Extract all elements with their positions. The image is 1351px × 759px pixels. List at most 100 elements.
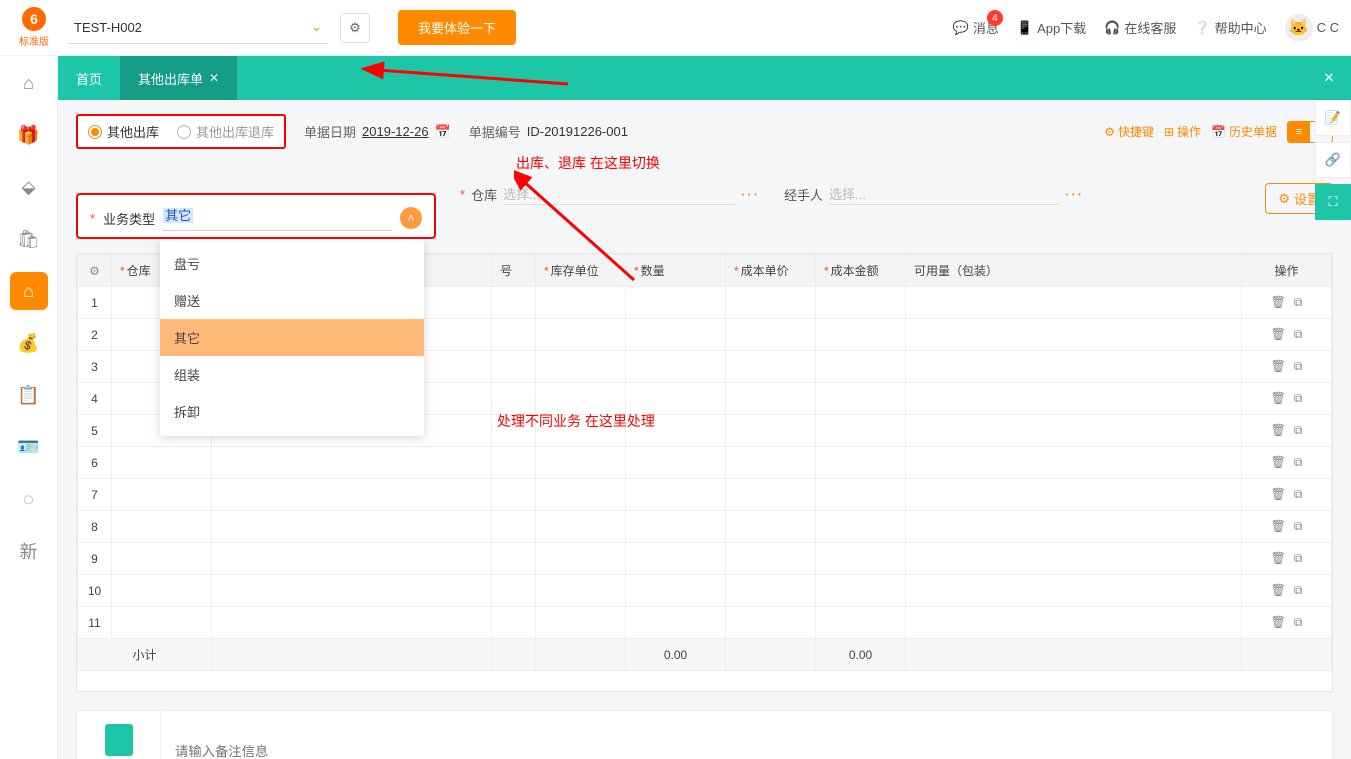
- logo-mark: 6: [22, 7, 46, 31]
- table-row[interactable]: 10🗑⧉: [78, 575, 1332, 607]
- gear-icon: ⚙: [89, 264, 100, 278]
- nav-gift-icon[interactable]: 🎁: [10, 116, 48, 154]
- copy-row-icon[interactable]: ⧉: [1294, 615, 1303, 630]
- chevron-up-icon[interactable]: ˄: [400, 207, 422, 229]
- tab-label: 其他出库单: [138, 69, 203, 88]
- copy-row-icon[interactable]: ⧉: [1294, 423, 1303, 438]
- user-menu[interactable]: 🐱 C C: [1285, 14, 1339, 42]
- doc-date-value[interactable]: 2019-12-26: [362, 124, 429, 139]
- customer-service-label: 在线客服: [1124, 18, 1176, 37]
- table-row[interactable]: 8🗑⧉: [78, 511, 1332, 543]
- tabs-close-all-button[interactable]: ✕: [1307, 56, 1351, 100]
- ops-link[interactable]: ⊞操作: [1164, 123, 1201, 140]
- remark-input[interactable]: [161, 711, 1332, 759]
- shortcut-link[interactable]: ⚙快捷键: [1104, 123, 1154, 140]
- delete-row-icon[interactable]: 🗑: [1271, 391, 1286, 406]
- handler-select[interactable]: 经手人 选择... ···: [784, 183, 1084, 205]
- warehouse-value: 选择...: [503, 183, 735, 205]
- copy-row-icon[interactable]: ⧉: [1294, 583, 1303, 598]
- customer-service-link[interactable]: 🎧 在线客服: [1104, 18, 1176, 37]
- more-icon[interactable]: ···: [1065, 187, 1084, 202]
- delete-row-icon[interactable]: 🗑: [1271, 583, 1286, 598]
- copy-row-icon[interactable]: ⧉: [1294, 359, 1303, 374]
- row-index: 7: [78, 479, 112, 511]
- column-ops: 操作: [1242, 255, 1332, 287]
- rail-expand-icon[interactable]: ⛶: [1315, 184, 1351, 220]
- nav-sync-icon[interactable]: ◌: [10, 480, 48, 518]
- delete-row-icon[interactable]: 🗑: [1271, 327, 1286, 342]
- nav-new-icon[interactable]: 新: [10, 532, 48, 570]
- delete-row-icon[interactable]: 🗑: [1271, 295, 1286, 310]
- nav-id-icon[interactable]: 🪪: [10, 428, 48, 466]
- column-num: 号: [492, 255, 536, 287]
- copy-row-icon[interactable]: ⧉: [1294, 519, 1303, 534]
- delete-row-icon[interactable]: 🗑: [1271, 551, 1286, 566]
- business-type-input[interactable]: 其它: [163, 205, 392, 231]
- org-selector[interactable]: TEST-H002 ⌄: [68, 12, 328, 44]
- column-stock-unit: *库存单位: [536, 255, 626, 287]
- delete-row-icon[interactable]: 🗑: [1271, 615, 1286, 630]
- column-settings[interactable]: ⚙: [78, 255, 112, 287]
- view-list-button[interactable]: ≡: [1288, 122, 1310, 142]
- messages-link[interactable]: 💬 消息 4: [953, 18, 999, 37]
- tab-home[interactable]: 首页: [58, 56, 120, 100]
- doc-number: 单据编号 ID-20191226-001: [469, 122, 628, 141]
- rail-note-icon[interactable]: 📝: [1315, 100, 1351, 136]
- experience-button[interactable]: 我要体验一下: [398, 10, 516, 45]
- copy-row-icon[interactable]: ⧉: [1294, 487, 1303, 502]
- column-cost-price: *成本单价: [726, 255, 816, 287]
- dropdown-option-zengsong[interactable]: 赠送: [160, 282, 424, 319]
- delete-row-icon[interactable]: 🗑: [1271, 359, 1286, 374]
- app-download-link[interactable]: 📱 App下载: [1017, 18, 1086, 37]
- nav-clipboard-icon[interactable]: 📋: [10, 376, 48, 414]
- table-row[interactable]: 7 🗑 ⧉: [78, 479, 1332, 511]
- handler-label: 经手人: [784, 185, 823, 204]
- delete-row-icon[interactable]: 🗑: [1271, 423, 1286, 438]
- annotation-text-2: 处理不同业务 在这里处理: [497, 411, 797, 431]
- nav-home-icon[interactable]: ⌂: [10, 64, 48, 102]
- history-link[interactable]: 📅历史单据: [1211, 123, 1277, 140]
- calendar-icon[interactable]: 📅: [435, 124, 451, 140]
- gear-icon: ⚙: [1278, 191, 1290, 207]
- dropdown-option-pankui[interactable]: 盘亏: [160, 245, 424, 282]
- dropdown-option-zuzhuang[interactable]: 组装: [160, 356, 424, 393]
- business-type-label: 业务类型: [103, 209, 155, 228]
- tab-close-icon[interactable]: ✕: [209, 71, 219, 85]
- delete-row-icon[interactable]: 🗑: [1271, 455, 1286, 470]
- subtotal-label: 小计: [78, 639, 212, 671]
- warehouse-select[interactable]: * 仓库 选择... ···: [460, 183, 760, 205]
- table-row[interactable]: 6🗑⧉: [78, 447, 1332, 479]
- copy-row-icon[interactable]: ⧉: [1294, 391, 1303, 406]
- copy-row-icon[interactable]: ⧉: [1294, 551, 1303, 566]
- rail-link-icon[interactable]: 🔗: [1315, 142, 1351, 178]
- dropdown-option-qita[interactable]: 其它: [160, 319, 424, 356]
- delete-row-icon[interactable]: 🗑: [1271, 519, 1286, 534]
- radio-label: 其他出库: [107, 122, 159, 141]
- header-row: 其他出库 其他出库退库 单据日期 2019-12-26 📅 单据编号: [76, 114, 1333, 149]
- copy-row-icon[interactable]: ⧉: [1294, 327, 1303, 342]
- radio-other-outbound-return[interactable]: 其他出库退库: [177, 122, 274, 141]
- table-row[interactable]: 9🗑⧉: [78, 543, 1332, 575]
- nav-bag-icon[interactable]: 🛍: [10, 220, 48, 258]
- handler-value: 选择...: [829, 183, 1059, 205]
- gear-icon: ⚙: [349, 20, 361, 36]
- nav-tag-icon[interactable]: ⬙: [10, 168, 48, 206]
- settings-gear-button[interactable]: ⚙: [340, 13, 370, 43]
- more-icon[interactable]: ···: [741, 187, 760, 202]
- copy-row-icon[interactable]: ⧉: [1294, 455, 1303, 470]
- page-tabs: 首页 其他出库单 ✕ ✕: [58, 56, 1351, 100]
- delete-row-icon[interactable]: 🗑: [1271, 487, 1286, 502]
- copy-row-icon[interactable]: ⧉: [1294, 295, 1303, 310]
- nav-money-icon[interactable]: 💰: [10, 324, 48, 362]
- row-index: 11: [78, 607, 112, 639]
- business-type-box: * 业务类型 其它 ˄ 盘亏 赠送 其它 组装 拆卸: [76, 193, 436, 239]
- nav-warehouse-icon[interactable]: ⌂: [10, 272, 48, 310]
- topbar: 6 标准版 TEST-H002 ⌄ ⚙ 我要体验一下 💬 消息 4 📱 App下…: [0, 0, 1351, 56]
- tab-other-outbound[interactable]: 其他出库单 ✕: [120, 56, 237, 100]
- help-center-link[interactable]: ❔ 帮助中心: [1194, 18, 1266, 37]
- table-row[interactable]: 11 🗑 ⧉: [78, 607, 1332, 639]
- radio-other-outbound[interactable]: 其他出库: [88, 122, 159, 141]
- notepad-icon: [105, 724, 133, 756]
- org-selector-value: TEST-H002: [74, 20, 142, 35]
- dropdown-option-chaixie[interactable]: 拆卸: [160, 393, 424, 430]
